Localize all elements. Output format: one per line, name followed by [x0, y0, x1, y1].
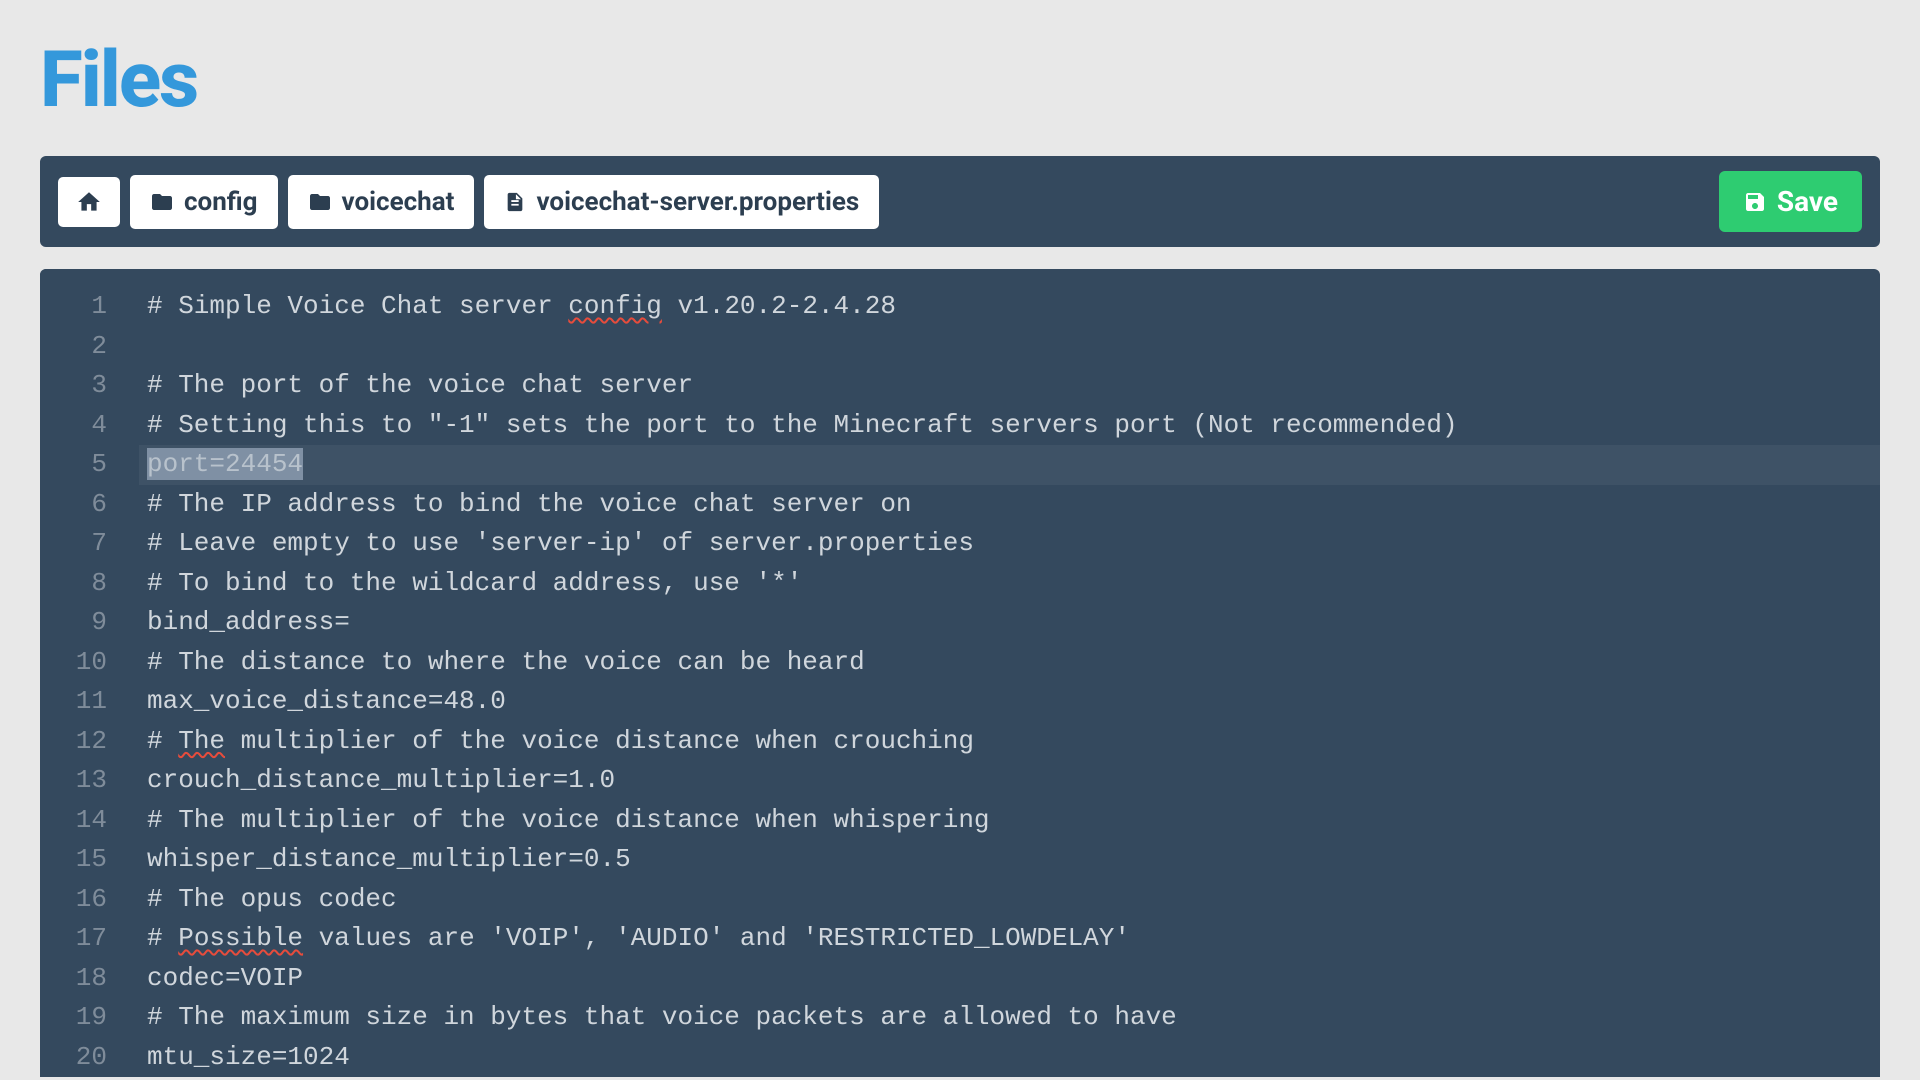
code-line[interactable]: # Simple Voice Chat server config v1.20.…	[147, 287, 1880, 327]
selected-text[interactable]: port=24454	[147, 448, 303, 480]
line-number: 10	[40, 643, 107, 683]
code-line[interactable]	[147, 327, 1880, 367]
line-number: 4	[40, 406, 107, 446]
line-number: 11	[40, 682, 107, 722]
line-number: 3	[40, 366, 107, 406]
line-number: 19	[40, 998, 107, 1038]
line-number: 14	[40, 801, 107, 841]
line-number: 20	[40, 1038, 107, 1078]
file-icon	[504, 190, 526, 214]
code-line[interactable]: mtu_size=1024	[147, 1038, 1880, 1078]
code-line[interactable]: # The multiplier of the voice distance w…	[147, 722, 1880, 762]
home-button[interactable]	[58, 177, 120, 227]
line-number: 15	[40, 840, 107, 880]
line-number: 9	[40, 603, 107, 643]
breadcrumb-label: voicechat	[342, 187, 455, 217]
code-line[interactable]: bind_address=	[147, 603, 1880, 643]
page-title: Files	[40, 0, 1880, 156]
line-number: 13	[40, 761, 107, 801]
toolbar: config voicechat voicechat-server.proper…	[40, 156, 1880, 247]
code-line[interactable]: # The multiplier of the voice distance w…	[147, 801, 1880, 841]
breadcrumb-label: voicechat-server.properties	[536, 187, 859, 217]
breadcrumb-label: config	[184, 187, 258, 217]
line-number: 12	[40, 722, 107, 762]
folder-icon	[308, 190, 332, 214]
code-line[interactable]: port=24454	[139, 445, 1880, 485]
breadcrumb-config[interactable]: config	[130, 175, 278, 229]
code-line[interactable]: # The distance to where the voice can be…	[147, 643, 1880, 683]
line-number: 1	[40, 287, 107, 327]
spell-error: config	[568, 291, 662, 321]
home-icon	[76, 189, 102, 215]
folder-icon	[150, 190, 174, 214]
line-number: 5	[40, 445, 107, 485]
breadcrumb-file[interactable]: voicechat-server.properties	[484, 175, 879, 229]
code-line[interactable]: # Setting this to "-1" sets the port to …	[147, 406, 1880, 446]
code-line[interactable]: # The port of the voice chat server	[147, 366, 1880, 406]
line-number: 7	[40, 524, 107, 564]
line-gutter: 1234567891011121314151617181920	[40, 269, 125, 1077]
line-number: 6	[40, 485, 107, 525]
code-line[interactable]: max_voice_distance=48.0	[147, 682, 1880, 722]
code-line[interactable]: # To bind to the wildcard address, use '…	[147, 564, 1880, 604]
save-label: Save	[1777, 185, 1838, 218]
code-content[interactable]: # Simple Voice Chat server config v1.20.…	[125, 269, 1880, 1077]
code-line[interactable]: crouch_distance_multiplier=1.0	[147, 761, 1880, 801]
save-icon	[1743, 190, 1767, 214]
line-number: 8	[40, 564, 107, 604]
save-button[interactable]: Save	[1719, 171, 1862, 232]
code-line[interactable]: # The opus codec	[147, 880, 1880, 920]
breadcrumb-voicechat[interactable]: voicechat	[288, 175, 475, 229]
code-line[interactable]: # The IP address to bind the voice chat …	[147, 485, 1880, 525]
line-number: 17	[40, 919, 107, 959]
line-number: 18	[40, 959, 107, 999]
code-line[interactable]: # The maximum size in bytes that voice p…	[147, 998, 1880, 1038]
spell-error: The	[178, 726, 225, 756]
spell-error: Possible	[178, 923, 303, 953]
code-line[interactable]: # Leave empty to use 'server-ip' of serv…	[147, 524, 1880, 564]
code-line[interactable]: codec=VOIP	[147, 959, 1880, 999]
line-number: 2	[40, 327, 107, 367]
code-line[interactable]: whisper_distance_multiplier=0.5	[147, 840, 1880, 880]
line-number: 16	[40, 880, 107, 920]
code-line[interactable]: # Possible values are 'VOIP', 'AUDIO' an…	[147, 919, 1880, 959]
code-editor[interactable]: 1234567891011121314151617181920 # Simple…	[40, 269, 1880, 1077]
